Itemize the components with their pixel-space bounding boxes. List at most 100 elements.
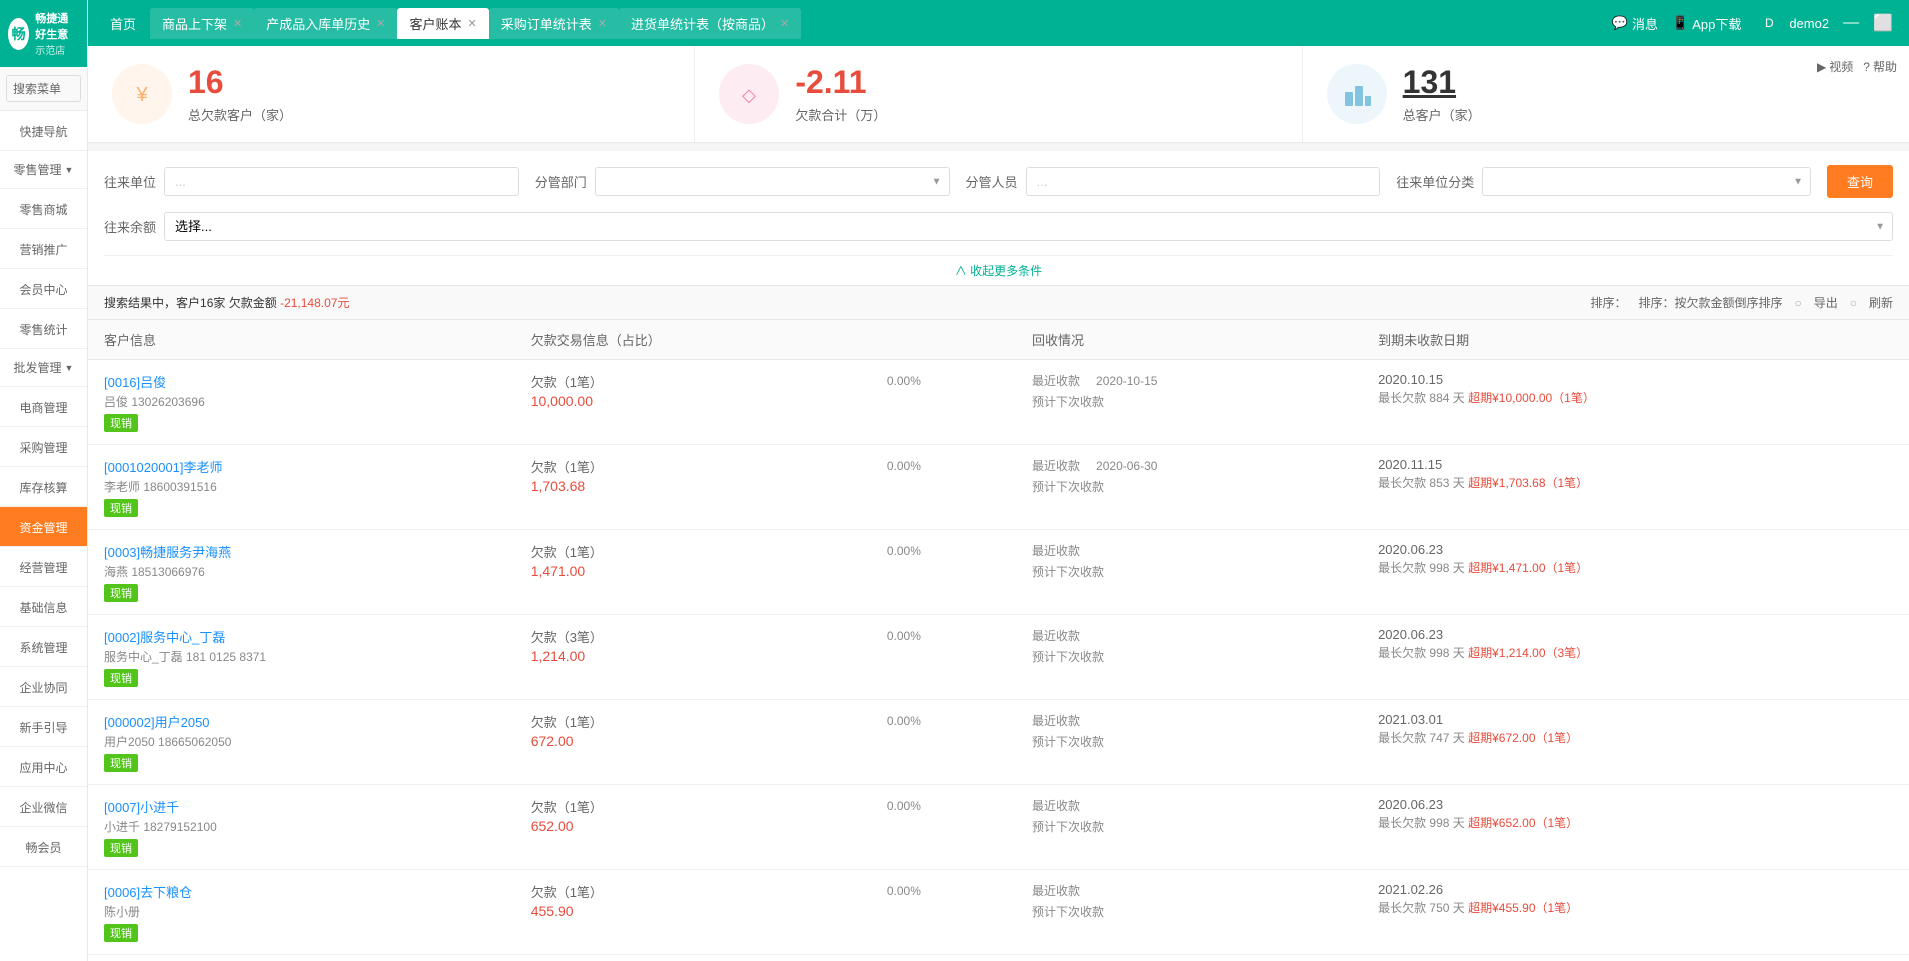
overdue-days-2: 最长欠款 998 天 超期¥1,471.00（1笔） <box>1378 559 1893 576</box>
cell-debt-2: 欠款（1笔） 1,471.00 <box>515 530 871 615</box>
overdue-amount-3[interactable]: 超期¥1,214.00（3笔） <box>1468 646 1588 660</box>
sidebar-item-wholesale-mgmt[interactable]: 批发管理 ▼ <box>0 349 87 387</box>
tab-customer-account[interactable]: 客户账本 ✕ <box>397 8 488 39</box>
customer-table: 客户信息 欠款交易信息（占比） 回收情况 到期未收款日期 [0016]吕俊 吕俊… <box>88 320 1909 961</box>
category-select[interactable] <box>1482 167 1811 196</box>
sidebar-item-purchase[interactable]: 采购管理 <box>0 427 87 467</box>
sidebar-item-app-center[interactable]: 应用中心 <box>0 747 87 787</box>
cell-customer-2: [0003]畅捷服务尹海燕 海燕 18513066976 现销 <box>88 530 515 615</box>
user-menu[interactable]: D demo2 <box>1755 9 1829 37</box>
table-body: [0016]吕俊 吕俊 13026203696 现销 欠款（1笔） 10,000… <box>88 360 1909 961</box>
customer-name-6[interactable]: [0006]去下粮仓 <box>104 882 499 901</box>
tab-product-onoff[interactable]: 商品上下架 ✕ <box>150 8 254 39</box>
col-debt-percent <box>871 320 1016 360</box>
sidebar-item-system[interactable]: 系统管理 <box>0 627 87 667</box>
balance-label: 往来余额 <box>104 217 156 236</box>
overdue-amount-2[interactable]: 超期¥1,471.00（1笔） <box>1468 561 1588 575</box>
sidebar-item-operations[interactable]: 经营管理 <box>0 547 87 587</box>
main-area: 首页 商品上下架 ✕ 产成品入库单历史 ✕ 客户账本 ✕ 采购订单统计表 ✕ 进… <box>88 0 1909 961</box>
debt-amount-4[interactable]: 672.00 <box>531 733 855 749</box>
last-payment-label-0: 最近收款 <box>1032 372 1080 389</box>
sidebar-item-retail-stats[interactable]: 零售统计 <box>0 309 87 349</box>
query-button[interactable]: 查询 <box>1827 165 1893 198</box>
tab-home[interactable]: 首页 <box>96 14 150 33</box>
overdue-amount-1[interactable]: 超期¥1,703.68（1笔） <box>1468 476 1588 490</box>
next-payment-label-6: 预计下次收款 <box>1032 905 1104 919</box>
overdue-amount-0[interactable]: 超期¥10,000.00（1笔） <box>1468 391 1595 405</box>
due-date-6: 2021.02.26 <box>1378 882 1893 897</box>
customer-name-2[interactable]: [0003]畅捷服务尹海燕 <box>104 542 499 561</box>
sidebar-item-enterprise-collab[interactable]: 企业协同 <box>0 667 87 707</box>
customer-name-0[interactable]: [0016]吕俊 <box>104 372 499 391</box>
supplier-label: 往来单位 <box>104 172 156 191</box>
sidebar-search-area: 搜索菜单 <box>0 67 87 111</box>
chevron-down-icon: ▼ <box>65 165 74 175</box>
filter-collapse-btn[interactable]: ∧ 收起更多条件 <box>104 255 1893 285</box>
sidebar-item-finance[interactable]: 资金管理 <box>0 507 87 547</box>
sidebar-item-basic-info[interactable]: 基础信息 <box>0 587 87 627</box>
col-debt-info: 欠款交易信息（占比） <box>515 320 871 360</box>
search-menu-button[interactable]: 搜索菜单 <box>6 75 81 102</box>
tab-product-history[interactable]: 产成品入库单历史 ✕ <box>254 8 397 39</box>
message-btn[interactable]: 💬 消息 <box>1612 14 1658 33</box>
tab-close-icon[interactable]: ✕ <box>780 17 789 30</box>
dept-select[interactable] <box>595 167 950 196</box>
customer-name-4[interactable]: [000002]用户2050 <box>104 712 499 731</box>
sidebar-item-retail-mall[interactable]: 零售商城 <box>0 189 87 229</box>
debt-amount-2[interactable]: 1,471.00 <box>531 563 855 579</box>
customer-name-1[interactable]: [0001020001]李老师 <box>104 457 499 476</box>
stat-total-customers-content: 131 总客户（家） <box>1403 64 1481 124</box>
cell-due-3: 2020.06.23 最长欠款 998 天 超期¥1,214.00（3笔） <box>1362 615 1909 700</box>
window-maximize-btn[interactable]: ⬜ <box>1873 13 1893 33</box>
tab-stock-stats[interactable]: 进货单统计表（按商品） ✕ <box>619 8 801 39</box>
customer-name-3[interactable]: [0002]服务中心_丁磊 <box>104 627 499 646</box>
stat-debt-amount-content: -2.11 欠款合计（万） <box>795 64 886 124</box>
debt-percent-1: 0.00% <box>887 459 1000 473</box>
export-btn[interactable]: 导出 <box>1814 294 1838 311</box>
overdue-amount-5[interactable]: 超期¥652.00（1笔） <box>1468 816 1578 830</box>
debt-amount-0[interactable]: 10,000.00 <box>531 393 855 409</box>
debt-amount-icon: ◇ <box>719 64 779 124</box>
help-icon: ? <box>1863 60 1870 74</box>
refresh-btn[interactable]: 刷新 <box>1869 294 1893 311</box>
sidebar-item-inventory[interactable]: 库存核算 <box>0 467 87 507</box>
tab-close-icon[interactable]: ✕ <box>468 17 477 30</box>
help-btn[interactable]: ? 帮助 <box>1863 58 1897 75</box>
sidebar-item-quick-nav[interactable]: 快捷导航 <box>0 111 87 151</box>
tab-close-icon[interactable]: ✕ <box>598 17 607 30</box>
video-btn[interactable]: ▶ 视频 <box>1817 58 1853 75</box>
sidebar-item-marketing[interactable]: 营销推广 <box>0 229 87 269</box>
customer-name-5[interactable]: [0007]小进千 <box>104 797 499 816</box>
sidebar-logo[interactable]: 畅 畅捷通好生意 示范店 <box>0 0 87 67</box>
sidebar-item-member[interactable]: 会员中心 <box>0 269 87 309</box>
sidebar-item-ecommerce[interactable]: 电商管理 <box>0 387 87 427</box>
overdue-amount-6[interactable]: 超期¥455.90（1笔） <box>1468 901 1578 915</box>
person-input[interactable]: ... <box>1026 167 1381 196</box>
overdue-days-6: 最长欠款 750 天 超期¥455.90（1笔） <box>1378 899 1893 916</box>
cell-payment-1: 最近收款 2020-06-30 预计下次收款 <box>1016 445 1362 530</box>
tab-close-icon[interactable]: ✕ <box>233 17 242 30</box>
debt-amount-5[interactable]: 652.00 <box>531 818 855 834</box>
debt-amount-1[interactable]: 1,703.68 <box>531 478 855 494</box>
sidebar-item-label: 批发管理 <box>14 359 62 376</box>
due-date-0: 2020.10.15 <box>1378 372 1893 387</box>
cell-debt-7: 欠款（1笔） 429.00 <box>515 955 871 961</box>
sidebar-item-chang-member[interactable]: 畅会员 <box>0 827 87 867</box>
tab-close-icon[interactable]: ✕ <box>376 17 385 30</box>
debt-amount-3[interactable]: 1,214.00 <box>531 648 855 664</box>
overdue-days-0: 最长欠款 884 天 超期¥10,000.00（1笔） <box>1378 389 1893 406</box>
balance-select[interactable]: 选择... <box>164 212 1893 241</box>
app-download-btn[interactable]: 📱 App下载 <box>1672 14 1741 33</box>
window-minimize-btn[interactable]: — <box>1843 14 1859 32</box>
sort-select[interactable]: 排序：按欠款金额倒序排序 <box>1638 294 1782 311</box>
overdue-amount-4[interactable]: 超期¥672.00（1笔） <box>1468 731 1578 745</box>
sidebar-item-guide[interactable]: 新手引导 <box>0 707 87 747</box>
debt-amount-6[interactable]: 455.90 <box>531 903 855 919</box>
sidebar-item-enterprise-wechat[interactable]: 企业微信 <box>0 787 87 827</box>
logo-text1: 畅捷通好生意 <box>35 10 79 42</box>
debt-count-6: 欠款（1笔） <box>531 882 855 901</box>
overdue-days-5: 最长欠款 998 天 超期¥652.00（1笔） <box>1378 814 1893 831</box>
supplier-input[interactable]: ... <box>164 167 519 196</box>
sidebar-item-retail-mgmt[interactable]: 零售管理 ▼ <box>0 151 87 189</box>
tab-purchase-stats[interactable]: 采购订单统计表 ✕ <box>489 8 619 39</box>
